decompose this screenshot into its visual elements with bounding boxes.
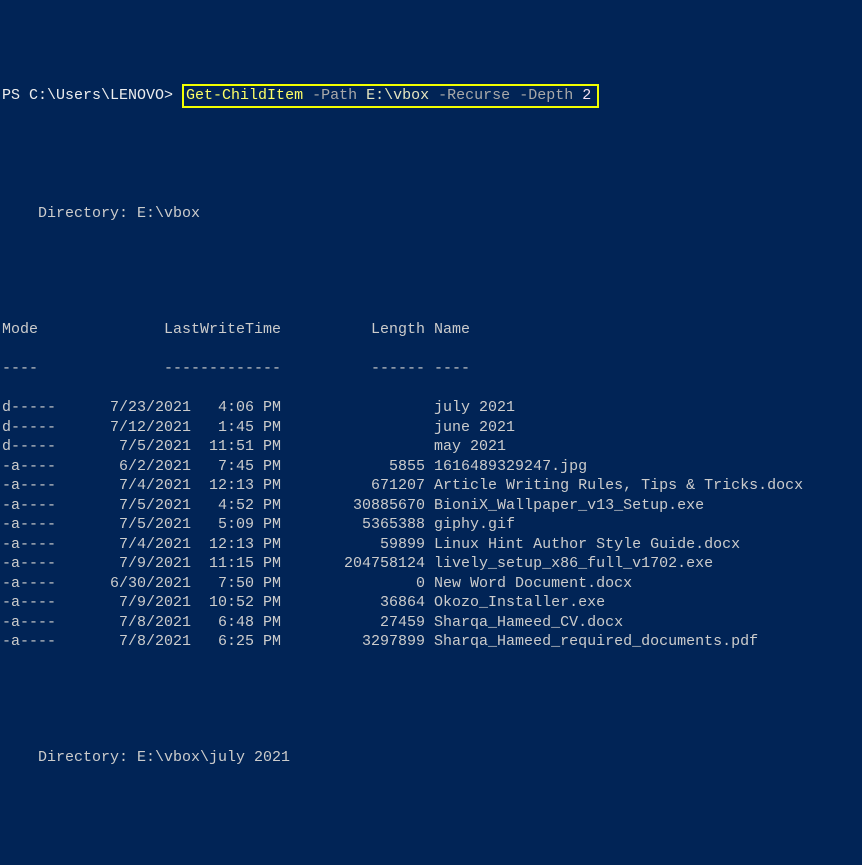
cell-lastwritetime: 7/9/2021 11:15 PM (56, 554, 281, 574)
table-row: -a---- 7/5/2021 4:52 PM30885670BioniX_Wa… (2, 496, 862, 516)
cell-name: giphy.gif (425, 515, 515, 535)
cell-lastwritetime: 7/5/2021 5:09 PM (56, 515, 281, 535)
cell-name: lively_setup_x86_full_v1702.exe (425, 554, 713, 574)
directory-header-1: Directory: E:\vbox (2, 204, 862, 224)
cell-length: 204758124 (281, 554, 425, 574)
table-row: -a---- 7/5/2021 5:09 PM5365388giphy.gif (2, 515, 862, 535)
cell-mode: -a---- (2, 574, 56, 594)
table-row: -a---- 7/9/2021 10:52 PM36864Okozo_Insta… (2, 593, 862, 613)
table-row: -a---- 6/30/2021 7:50 PM0New Word Docume… (2, 574, 862, 594)
cell-lastwritetime: 7/5/2021 4:52 PM (56, 496, 281, 516)
cell-length: 5365388 (281, 515, 425, 535)
cell-length: 59899 (281, 535, 425, 555)
param-depth: -Depth (519, 87, 573, 104)
cell-mode: -a---- (2, 457, 56, 477)
cell-length: 671207 (281, 476, 425, 496)
cell-mode: -a---- (2, 496, 56, 516)
table-row: -a---- 7/4/2021 12:13 PM671207Article Wr… (2, 476, 862, 496)
cell-lastwritetime: 7/5/2021 11:51 PM (56, 437, 281, 457)
column-headers: ModeLastWriteTimeLengthName (2, 320, 862, 340)
cell-mode: -a---- (2, 632, 56, 652)
cell-lastwritetime: 7/12/2021 1:45 PM (56, 418, 281, 438)
cell-name: july 2021 (425, 398, 515, 418)
listing-rows: d----- 7/23/2021 4:06 PMjuly 2021d----- … (2, 398, 862, 652)
cell-length: 36864 (281, 593, 425, 613)
path-value: E:\vbox (366, 87, 429, 104)
column-header-dashes: --------------------------- (2, 359, 862, 379)
cell-mode: -a---- (2, 476, 56, 496)
cell-lastwritetime: 6/2/2021 7:45 PM (56, 457, 281, 477)
cell-lastwritetime: 7/23/2021 4:06 PM (56, 398, 281, 418)
cell-lastwritetime: 7/4/2021 12:13 PM (56, 535, 281, 555)
table-row: d----- 7/5/2021 11:51 PM may 2021 (2, 437, 862, 457)
hdr-length: Length (281, 320, 425, 340)
directory-header-2: Directory: E:\vbox\july 2021 (2, 748, 862, 768)
cell-name: Sharqa_Hameed_required_documents.pdf (425, 632, 758, 652)
cell-name: New Word Document.docx (425, 574, 632, 594)
cell-length: 0 (281, 574, 425, 594)
cell-length: 5855 (281, 457, 425, 477)
param-recurse: -Recurse (438, 87, 510, 104)
cell-length: 30885670 (281, 496, 425, 516)
table-row: -a---- 6/2/2021 7:45 PM58551616489329247… (2, 457, 862, 477)
table-row: d----- 7/23/2021 4:06 PM july 2021 (2, 398, 862, 418)
cell-name: Sharqa_Hameed_CV.docx (425, 613, 623, 633)
cell-mode: -a---- (2, 535, 56, 555)
cell-name: may 2021 (425, 437, 506, 457)
table-row: d----- 7/12/2021 1:45 PM june 2021 (2, 418, 862, 438)
table-row: -a---- 7/9/2021 11:15 PM204758124lively_… (2, 554, 862, 574)
cell-name: Article Writing Rules, Tips & Tricks.doc… (425, 476, 803, 496)
hdr-lastwritetime: LastWriteTime (56, 320, 281, 340)
cmdlet: Get-ChildItem (186, 87, 303, 104)
cell-length: 3297899 (281, 632, 425, 652)
command-line[interactable]: PS C:\Users\LENOVO> Get-ChildItem -Path … (2, 84, 862, 108)
cell-lastwritetime: 6/30/2021 7:50 PM (56, 574, 281, 594)
table-row: -a---- 7/8/2021 6:48 PM27459Sharqa_Hamee… (2, 613, 862, 633)
cell-mode: -a---- (2, 613, 56, 633)
cell-mode: d----- (2, 418, 56, 438)
cell-lastwritetime: 7/9/2021 10:52 PM (56, 593, 281, 613)
table-row: -a---- 7/8/2021 6:25 PM3297899Sharqa_Ham… (2, 632, 862, 652)
cell-name: june 2021 (425, 418, 515, 438)
hdr-name: Name (425, 320, 470, 340)
cell-name: Linux Hint Author Style Guide.docx (425, 535, 740, 555)
cell-length: 27459 (281, 613, 425, 633)
cell-name: 1616489329247.jpg (425, 457, 587, 477)
hdr-mode: Mode (2, 320, 56, 340)
table-row: -a---- 7/4/2021 12:13 PM59899Linux Hint … (2, 535, 862, 555)
param-path: -Path (312, 87, 357, 104)
cell-mode: -a---- (2, 593, 56, 613)
command-highlight: Get-ChildItem -Path E:\vbox -Recurse -De… (182, 84, 599, 108)
cell-lastwritetime: 7/4/2021 12:13 PM (56, 476, 281, 496)
cell-mode: -a---- (2, 554, 56, 574)
cell-mode: d----- (2, 437, 56, 457)
depth-value: 2 (582, 87, 591, 104)
cell-lastwritetime: 7/8/2021 6:48 PM (56, 613, 281, 633)
cell-name: Okozo_Installer.exe (425, 593, 605, 613)
cell-mode: -a---- (2, 515, 56, 535)
shell-prompt: PS C:\Users\LENOVO> (2, 87, 173, 104)
cell-mode: d----- (2, 398, 56, 418)
cell-name: BioniX_Wallpaper_v13_Setup.exe (425, 496, 704, 516)
cell-lastwritetime: 7/8/2021 6:25 PM (56, 632, 281, 652)
